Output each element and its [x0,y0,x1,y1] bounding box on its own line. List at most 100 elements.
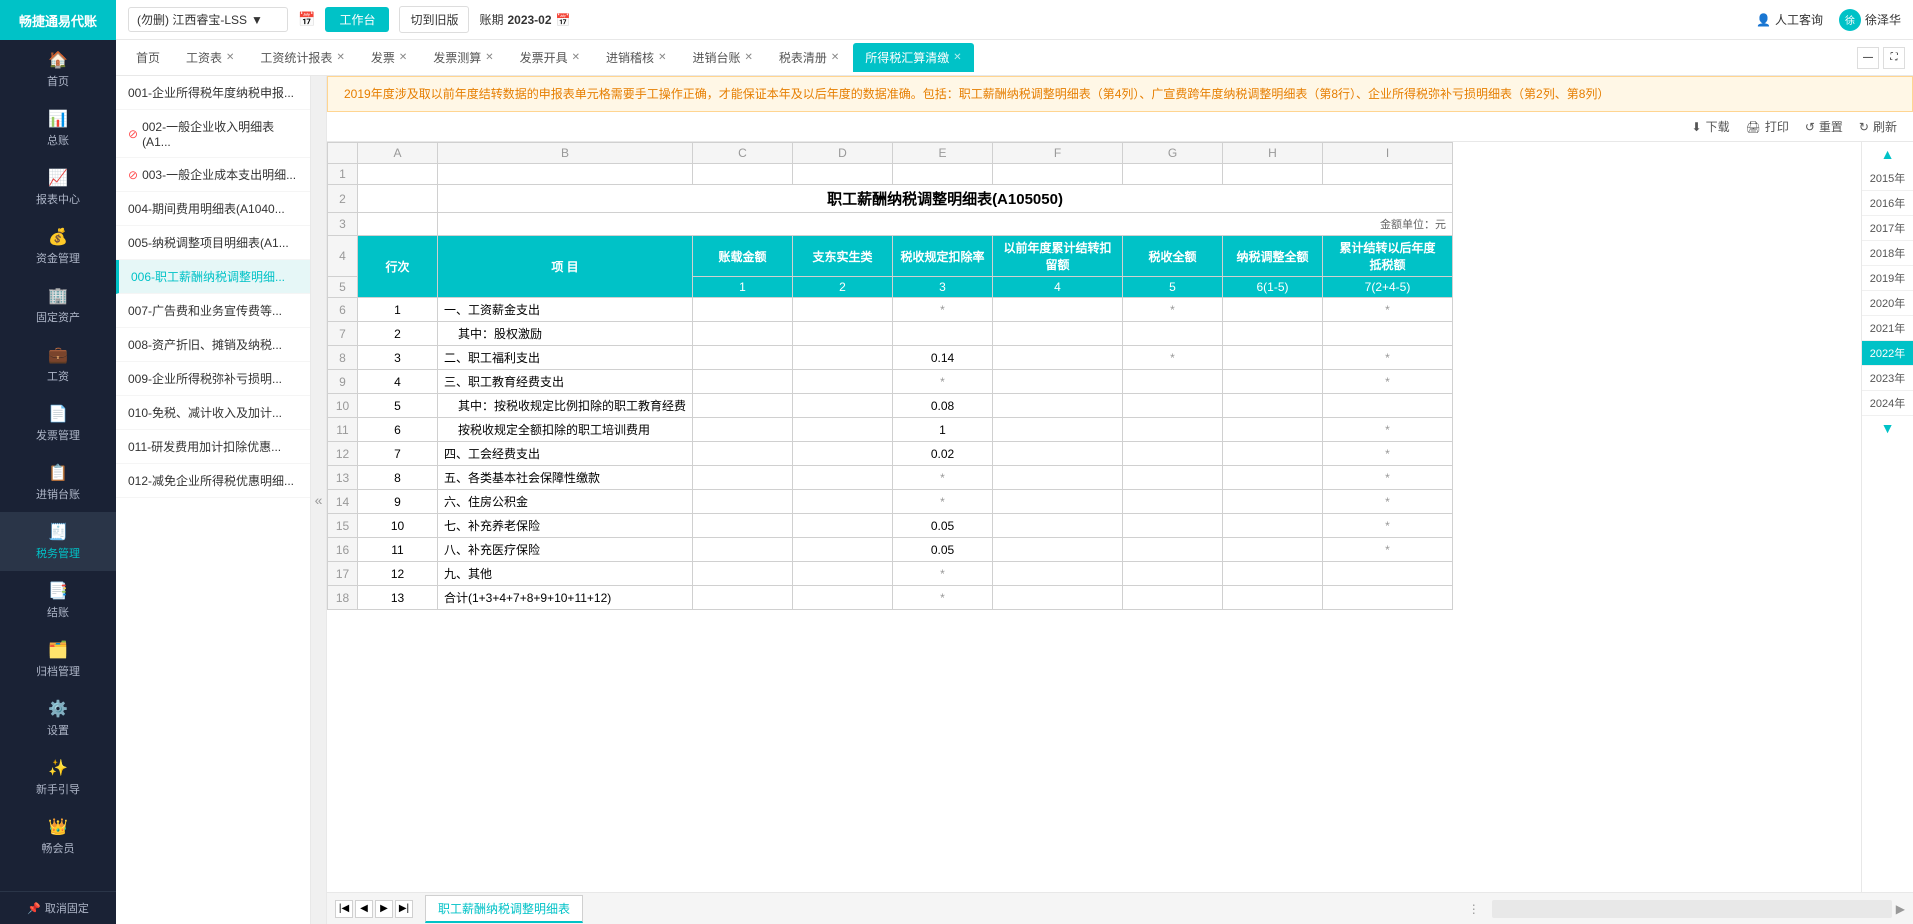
doc-label: 002-一般企业收入明细表(A1... [142,118,298,149]
tab-close-icon[interactable]: ✕ [953,52,961,63]
year-2022[interactable]: 2022年 [1862,341,1913,366]
sidebar-item-member[interactable]: 👑 畅会员 [0,807,116,866]
panel-collapse-button[interactable]: « [311,76,327,924]
gear-icon: ⚙️ [48,699,68,719]
tab-close-icon[interactable]: ✕ [399,52,407,63]
sidebar-item-ledger[interactable]: 📊 总账 [0,99,116,158]
sidebar-item-close[interactable]: 📑 结账 [0,571,116,630]
support-button[interactable]: 👤 人工客询 [1756,11,1823,28]
tab-close-icon[interactable]: ✕ [831,52,839,63]
sheet-options-icon[interactable]: ⋮ [1468,902,1480,916]
sheet-nav-prev-button[interactable]: ◀ [355,900,373,918]
doc-item-012[interactable]: 012-减免企业所得税优惠明细... [116,464,310,498]
error-icon: ⊘ [128,127,138,141]
sidebar-item-purchase[interactable]: 📋 进销台账 [0,453,116,512]
asset-icon: 🏢 [48,286,68,306]
calendar-period-icon[interactable]: 📅 [556,13,571,27]
sidebar-item-label: 资金管理 [36,250,80,266]
error-icon: ⊘ [128,168,138,182]
doc-label: 010-免税、减计收入及加计... [128,404,282,421]
tab-home[interactable]: 首页 [124,43,172,72]
tab-close-icon[interactable]: ✕ [572,52,580,63]
sheet-nav-last-button[interactable]: ▶| [395,900,413,918]
tab-close-icon[interactable]: ✕ [336,52,344,63]
tab-purchase-check[interactable]: 进销稽核 ✕ [594,43,678,72]
tax-icon: 🧾 [48,522,68,542]
tab-tax-settle[interactable]: 所得税汇算清缴 ✕ [853,43,973,72]
year-2024[interactable]: 2024年 [1862,391,1913,416]
tab-close-icon[interactable]: ✕ [485,52,493,63]
doc-item-002[interactable]: ⊘ 002-一般企业收入明细表(A1... [116,110,310,158]
tab-minimize-button[interactable]: — [1857,47,1879,69]
year-2023[interactable]: 2023年 [1862,366,1913,391]
sheet-nav-next-button[interactable]: ▶ [375,900,393,918]
doc-item-005[interactable]: 005-纳税调整项目明细表(A1... [116,226,310,260]
sidebar-item-report[interactable]: 📈 报表中心 [0,158,116,217]
doc-item-008[interactable]: 008-资产折旧、摊销及纳税... [116,328,310,362]
download-button[interactable]: ⬇ 下载 [1692,118,1730,135]
tab-salary[interactable]: 工资表 ✕ [174,43,246,72]
sheet-tab-main[interactable]: 职工薪酬纳税调整明细表 [425,895,583,923]
sidebar-item-salary[interactable]: 💼 工资 [0,335,116,394]
sidebar-item-asset[interactable]: 🏢 固定资产 [0,276,116,335]
chevron-down-icon: ▼ [251,13,263,27]
tab-invoice-open[interactable]: 发票开具 ✕ [508,43,592,72]
sidebar-item-archive[interactable]: 🗂️ 归档管理 [0,630,116,689]
doc-item-007[interactable]: 007-广告费和业务宣传费等... [116,294,310,328]
year-nav-down-button[interactable]: ▼ [1877,416,1899,440]
cancel-fixed-button[interactable]: 📌 取消固定 [0,892,116,924]
col-G: G [1123,143,1223,164]
doc-item-004[interactable]: 004-期间费用明细表(A1040... [116,192,310,226]
user-menu[interactable]: 徐 徐泽华 [1839,9,1901,31]
year-2019[interactable]: 2019年 [1862,266,1913,291]
year-2018[interactable]: 2018年 [1862,241,1913,266]
sheet-nav: |◀ ◀ ▶ ▶| [335,900,413,918]
tab-invoice-calc[interactable]: 发票测算 ✕ [421,43,505,72]
tab-salary-report[interactable]: 工资统计报表 ✕ [248,43,356,72]
sidebar-item-guide[interactable]: ✨ 新手引导 [0,748,116,807]
sidebar-item-home[interactable]: 🏠 首页 [0,40,116,99]
scroll-right-icon[interactable]: ▶ [1896,902,1905,916]
sidebar-item-label: 税务管理 [36,545,80,561]
unit-label: 金额单位：元 [438,213,1453,236]
doc-item-001[interactable]: 001-企业所得税年度纳税申报... [116,76,310,110]
year-2021[interactable]: 2021年 [1862,316,1913,341]
sidebar-item-label: 报表中心 [36,191,80,207]
year-2015[interactable]: 2015年 [1862,166,1913,191]
company-selector[interactable]: (勿删) 江西睿宝-LSS ▼ [128,7,288,32]
calendar-icon: 📅 [298,11,315,28]
tab-close-icon[interactable]: ✕ [658,52,666,63]
doc-item-011[interactable]: 011-研发费用加计扣除优惠... [116,430,310,464]
reset-button[interactable]: ↺ 重置 [1805,118,1843,135]
year-2020[interactable]: 2020年 [1862,291,1913,316]
col-F: F [993,143,1123,164]
header-tax-adjust: 纳税调整全额 [1223,236,1323,277]
sidebar-item-settings[interactable]: ⚙️ 设置 [0,689,116,748]
tab-close-icon[interactable]: ✕ [226,52,234,63]
sidebar-item-tax[interactable]: 🧾 税务管理 [0,512,116,571]
doc-item-010[interactable]: 010-免税、减计收入及加计... [116,396,310,430]
horizontal-scrollbar[interactable] [1492,900,1892,918]
year-2017[interactable]: 2017年 [1862,216,1913,241]
sidebar-item-fund[interactable]: 💰 资金管理 [0,217,116,276]
workbench-button[interactable]: 工作台 [325,7,389,32]
doc-item-003[interactable]: ⊘ 003-一般企业成本支出明细... [116,158,310,192]
sheet-tabs: |◀ ◀ ▶ ▶| 职工薪酬纳税调整明细表 ⋮ ▶ [327,892,1913,924]
switch-old-button[interactable]: 切到旧版 [399,6,469,33]
tab-purchase-ledger[interactable]: 进销台账 ✕ [680,43,764,72]
sheet-nav-first-button[interactable]: |◀ [335,900,353,918]
refresh-button[interactable]: ↻ 刷新 [1859,118,1897,135]
year-nav-up-button[interactable]: ▲ [1877,142,1899,166]
tab-tax-list[interactable]: 税表清册 ✕ [767,43,851,72]
tab-expand-button[interactable]: ⛶ [1883,47,1905,69]
header-seq: 行次 [358,236,438,298]
tab-close-icon[interactable]: ✕ [744,52,752,63]
sidebar-item-invoice[interactable]: 📄 发票管理 [0,394,116,453]
doc-label: 005-纳税调整项目明细表(A1... [128,234,289,251]
doc-item-009[interactable]: 009-企业所得税弥补亏损明... [116,362,310,396]
year-2016[interactable]: 2016年 [1862,191,1913,216]
spreadsheet-wrapper[interactable]: A B C D E F G H I [327,142,1861,892]
print-button[interactable]: 🖨 打印 [1746,118,1789,135]
tab-invoice[interactable]: 发票 ✕ [359,43,419,72]
doc-item-006[interactable]: 006-职工薪酬纳税调整明细... [116,260,310,294]
